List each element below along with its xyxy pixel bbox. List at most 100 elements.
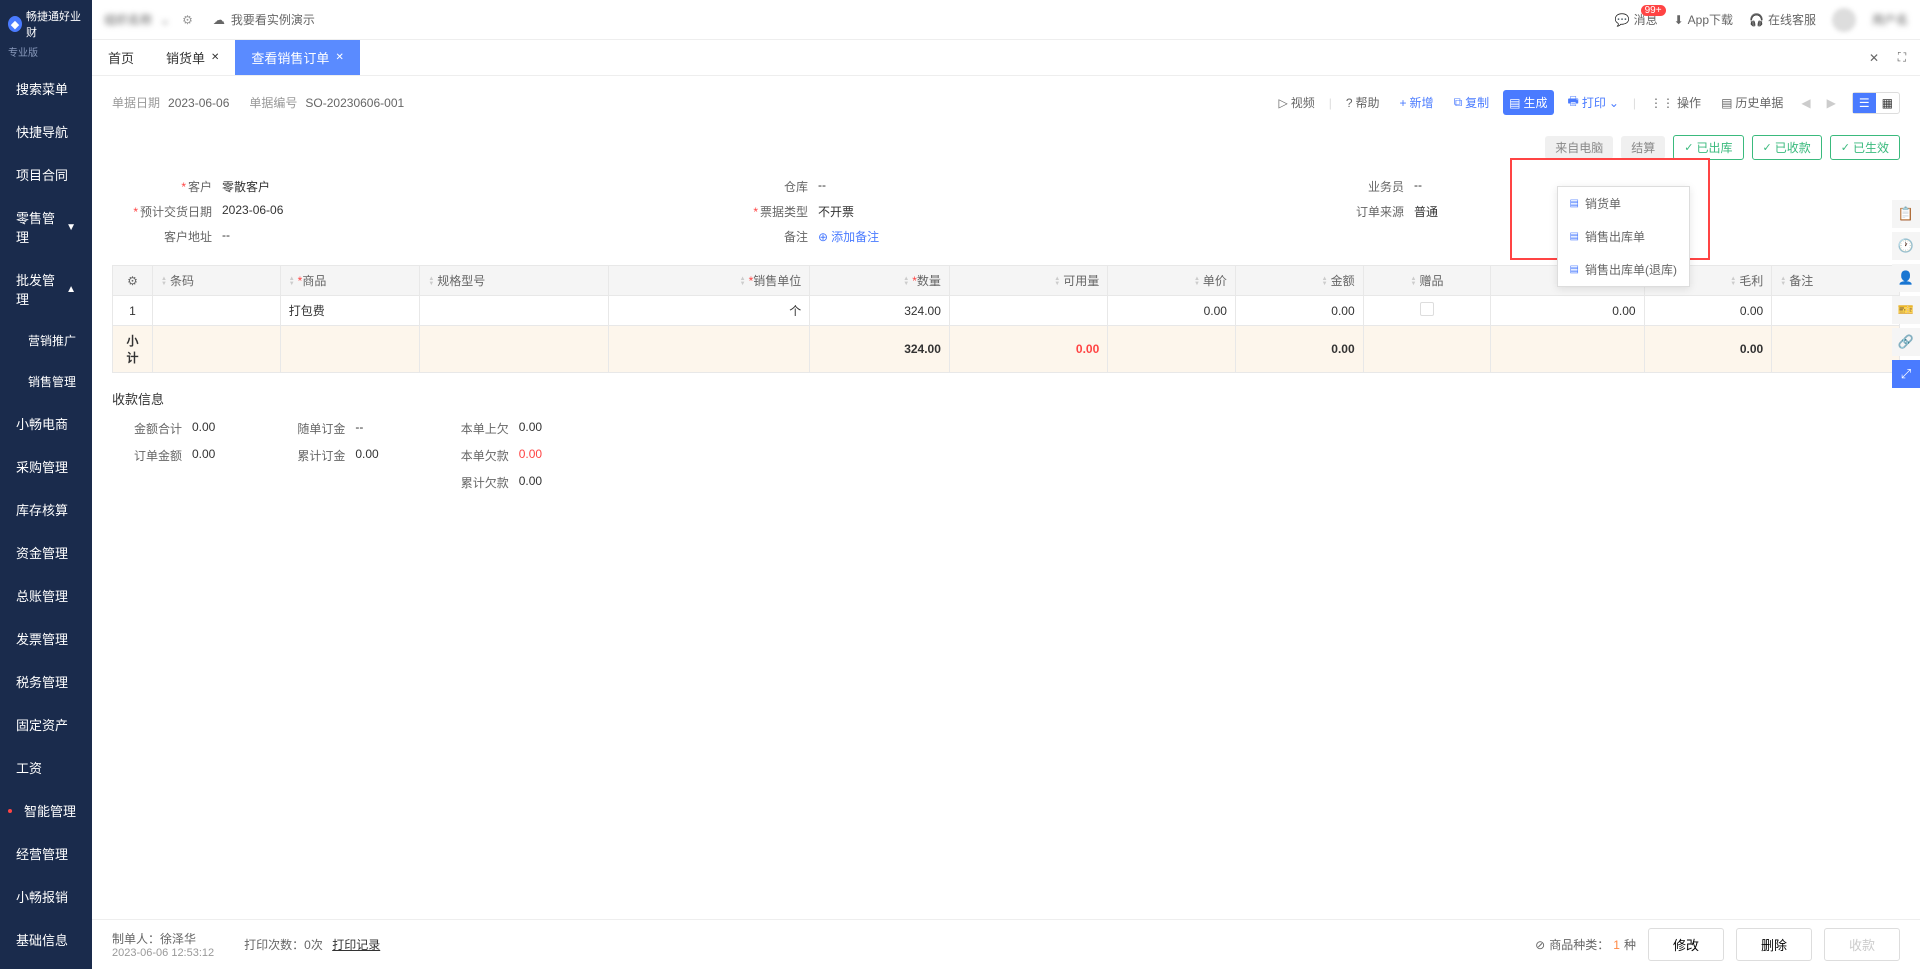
order-source-value: 普通: [1414, 203, 1438, 220]
nav-salary[interactable]: 工资: [0, 746, 92, 789]
tab-close-all[interactable]: ✕: [1864, 48, 1884, 68]
dropdown-sales-doc[interactable]: ▤销货单: [1558, 187, 1689, 220]
nav-smart[interactable]: 智能管理: [0, 789, 92, 832]
tab-home[interactable]: 首页: [92, 40, 150, 75]
logo: ◆ 畅捷通好业财: [0, 0, 92, 48]
th-gift[interactable]: ▲▼赠品: [1363, 266, 1491, 296]
generate-dropdown: ▤销货单 ▤销售出库单 ▤销售出库单(退库): [1557, 186, 1690, 287]
video-button[interactable]: ▷视频: [1272, 90, 1320, 115]
nav-assets[interactable]: 固定资产: [0, 703, 92, 746]
th-amount[interactable]: ▲▼金额: [1235, 266, 1363, 296]
print-count-value: 0次: [304, 938, 323, 952]
th-spec[interactable]: ▲▼规格型号: [420, 266, 609, 296]
nav-inventory[interactable]: 库存核算: [0, 488, 92, 531]
tool-coupon[interactable]: 🎫: [1892, 296, 1920, 324]
nav-tax[interactable]: 税务管理: [0, 660, 92, 703]
print-button[interactable]: 🖶打印⌄: [1562, 88, 1625, 117]
download-button[interactable]: ⬇ App下载: [1674, 11, 1733, 28]
messages-button[interactable]: 💬 消息 99+: [1615, 11, 1658, 28]
history-button[interactable]: ▤历史单据: [1715, 90, 1789, 115]
nav-purchase[interactable]: 采购管理: [0, 445, 92, 488]
close-icon[interactable]: ✕: [335, 52, 343, 63]
nav-search[interactable]: 搜索菜单: [0, 67, 92, 110]
deposit-total-value: 0.00: [355, 447, 378, 464]
add-remark-link[interactable]: ⊕添加备注: [818, 228, 879, 245]
fullscreen-icon[interactable]: ⛶: [1892, 48, 1912, 68]
th-product[interactable]: ▲▼*商品: [280, 266, 420, 296]
nav-wholesale[interactable]: 批发管理▲: [0, 258, 92, 320]
nav-business[interactable]: 经营管理: [0, 832, 92, 875]
modify-button[interactable]: 修改: [1648, 928, 1724, 961]
plus-icon: +: [1400, 96, 1407, 110]
th-unit[interactable]: ▲▼*销售单位: [609, 266, 810, 296]
row-qty: 324.00: [810, 296, 950, 326]
th-price[interactable]: ▲▼单价: [1108, 266, 1236, 296]
generate-button[interactable]: ▤生成: [1503, 90, 1553, 115]
nav-retail[interactable]: 零售管理▼: [0, 196, 92, 258]
new-button[interactable]: +新增: [1394, 90, 1440, 115]
nav-invoice[interactable]: 发票管理: [0, 617, 92, 660]
nav-funds[interactable]: 资金管理: [0, 531, 92, 574]
dropdown-return[interactable]: ▤销售出库单(退库): [1558, 253, 1689, 286]
pager-next[interactable]: ▶: [1823, 96, 1840, 110]
tool-link[interactable]: 🔗: [1892, 328, 1920, 356]
table-row[interactable]: 1 打包费 个 324.00 0.00 0.00 0.00 0.00: [113, 296, 1900, 326]
th-note[interactable]: ▲▼备注: [1772, 266, 1900, 296]
th-settings[interactable]: ⚙: [113, 266, 153, 296]
demo-link[interactable]: ☁ 我要看实例演示: [213, 11, 315, 28]
tool-history[interactable]: 🕐: [1892, 232, 1920, 260]
th-barcode[interactable]: ▲▼条码: [153, 266, 281, 296]
delivery-date-label: 预计交货日期: [140, 205, 212, 219]
owed-prev-value: 0.00: [519, 420, 542, 437]
nav-quick[interactable]: 快捷导航: [0, 110, 92, 153]
tool-note[interactable]: 📋: [1892, 200, 1920, 228]
pager-prev[interactable]: ◀: [1797, 96, 1814, 110]
gear-icon[interactable]: ⚙: [182, 13, 193, 27]
history-icon: ▤: [1721, 96, 1732, 110]
th-available[interactable]: ▲▼可用量: [949, 266, 1107, 296]
gear-icon: ⚙: [127, 274, 138, 288]
order-amount-label: 订单金额: [112, 447, 182, 464]
view-list[interactable]: ☰: [1853, 93, 1876, 113]
receive-button[interactable]: 收款: [1824, 928, 1900, 961]
user-name[interactable]: 用户名: [1872, 11, 1908, 28]
nav-expense[interactable]: 小畅报销: [0, 875, 92, 918]
org-selector[interactable]: 组织名称 ⌄: [104, 11, 170, 28]
delete-button[interactable]: 删除: [1736, 928, 1812, 961]
eye-off-icon[interactable]: ⊘: [1535, 938, 1545, 952]
invoice-type-value: 不开票: [818, 203, 854, 220]
row-idx: 1: [113, 296, 153, 326]
operate-button[interactable]: ⋮⋮操作: [1644, 90, 1707, 115]
tab-sales-doc[interactable]: 销货单✕: [150, 40, 235, 75]
help-button[interactable]: ?帮助: [1340, 90, 1386, 115]
address-label: 客户地址: [164, 230, 212, 244]
dropdown-outbound[interactable]: ▤销售出库单: [1558, 220, 1689, 253]
check-icon: ✓: [1841, 141, 1850, 154]
warehouse-label: 仓库: [784, 180, 808, 194]
nav-ledger[interactable]: 总账管理: [0, 574, 92, 617]
payment-section: 收款信息 金额合计0.00 订单金额0.00 随单订金-- 累计订金0.00 本…: [92, 373, 1920, 507]
print-log-link[interactable]: 打印记录: [332, 938, 380, 952]
warehouse-value: --: [818, 178, 826, 195]
tool-expand[interactable]: ⤢: [1892, 360, 1920, 388]
tab-view-order[interactable]: 查看销售订单✕: [235, 40, 359, 75]
close-icon[interactable]: ✕: [211, 52, 219, 63]
deposit-total-label: 累计订金: [275, 447, 345, 464]
nav-marketing[interactable]: 营销推广: [0, 320, 92, 361]
nav-basic[interactable]: 基础信息: [0, 918, 92, 961]
nav-ecommerce[interactable]: 小畅电商: [0, 402, 92, 445]
download-icon: ⬇: [1674, 13, 1684, 27]
nav-project[interactable]: 项目合同: [0, 153, 92, 196]
avatar[interactable]: [1832, 8, 1856, 32]
view-grid[interactable]: ▦: [1876, 93, 1899, 113]
row-profit: 0.00: [1644, 296, 1772, 326]
nav-sales-mgmt[interactable]: 销售管理: [0, 361, 92, 402]
sidebar-settings[interactable]: ⚙: [0, 961, 92, 969]
doc-no-value: SO-20230606-001: [305, 96, 404, 110]
tool-user[interactable]: 👤: [1892, 264, 1920, 292]
copy-button[interactable]: ⧉复制: [1448, 90, 1496, 115]
checkbox[interactable]: [1420, 302, 1434, 316]
th-qty[interactable]: ▲▼*数量: [810, 266, 950, 296]
doc-date-value: 2023-06-06: [168, 96, 229, 110]
service-button[interactable]: 🎧 在线客服: [1749, 11, 1816, 28]
